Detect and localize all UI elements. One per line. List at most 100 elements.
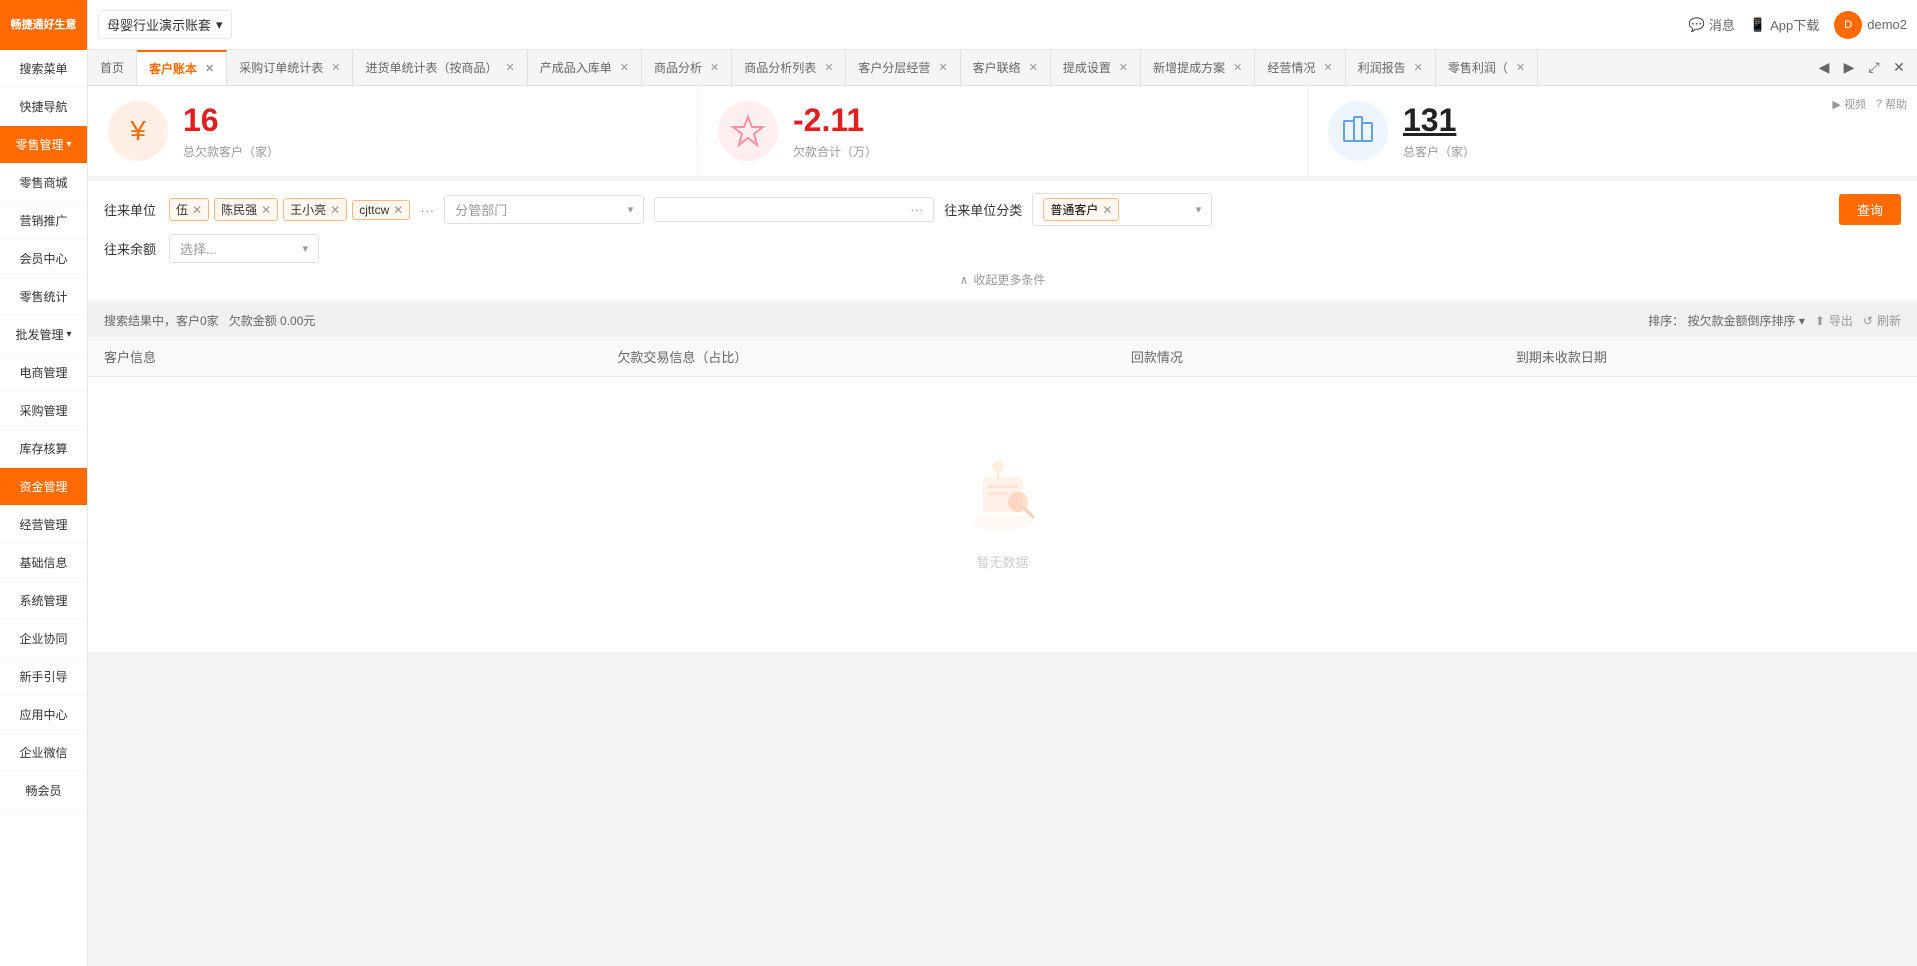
- dept-arrow-icon: ▾: [628, 203, 634, 216]
- sidebar-item-零售统计[interactable]: 零售统计: [0, 278, 87, 316]
- sidebar-item-零售管理[interactable]: 零售管理▾: [0, 126, 87, 164]
- more-tags-btn[interactable]: ···: [420, 202, 434, 218]
- tab-close-4[interactable]: ✕: [620, 61, 629, 74]
- tab-3[interactable]: 进货单统计表（按商品）✕: [353, 50, 527, 86]
- tab-label-9: 提成设置: [1063, 59, 1111, 76]
- balance-filter-label: 往来余额: [104, 239, 159, 258]
- filter-tag-close-3[interactable]: ✕: [393, 203, 403, 217]
- topbar-actions: 💬 消息 📱 App下载 D demo2: [1689, 11, 1907, 39]
- account-selector[interactable]: 母婴行业演示账套 ▾: [98, 10, 232, 39]
- category-tag-selected: 普通客户 ✕: [1043, 198, 1119, 221]
- customers-label: 总欠款客户（家）: [183, 143, 279, 160]
- person-select[interactable]: ···: [654, 197, 934, 222]
- sidebar-item-企业协同[interactable]: 企业协同: [0, 620, 87, 658]
- category-tag-close[interactable]: ✕: [1102, 203, 1112, 217]
- tab-close-9[interactable]: ✕: [1119, 61, 1128, 74]
- sidebar-item-电商管理[interactable]: 电商管理: [0, 354, 87, 392]
- sort-select[interactable]: 按欠款金额倒序排序: [1687, 314, 1795, 328]
- tab-13[interactable]: 零售利润（✕: [1436, 50, 1538, 86]
- tab-6[interactable]: 商品分析列表✕: [732, 50, 846, 86]
- export-btn[interactable]: ⬆ 导出: [1815, 312, 1853, 329]
- tab-close-5[interactable]: ✕: [710, 61, 719, 74]
- filter-tag-close-2[interactable]: ✕: [330, 203, 340, 217]
- tab-close-13[interactable]: ✕: [1516, 61, 1525, 74]
- tab-11[interactable]: 经营情况 ✕: [1255, 50, 1345, 86]
- app-download-btn[interactable]: 📱 App下载: [1750, 15, 1819, 34]
- app-logo: 畅捷通好生意: [0, 0, 87, 50]
- sidebar-item-企业微信[interactable]: 企业微信: [0, 734, 87, 772]
- sidebar-item-新手引导[interactable]: 新手引导: [0, 658, 87, 696]
- tab-close-8[interactable]: ✕: [1029, 61, 1038, 74]
- sidebar-item-基础信息[interactable]: 基础信息: [0, 544, 87, 582]
- tab-close-11[interactable]: ✕: [1323, 61, 1332, 74]
- sidebar-item-零售商城[interactable]: 零售商城: [0, 164, 87, 202]
- tab-close-3[interactable]: ✕: [506, 61, 515, 74]
- tab-0[interactable]: 首页: [88, 50, 137, 86]
- tab-close-all-btn[interactable]: ✕: [1889, 58, 1909, 78]
- dept-placeholder: 分管部门: [455, 200, 622, 219]
- tab-close-1[interactable]: ✕: [205, 62, 214, 75]
- total-label: 总客户（家）: [1403, 143, 1475, 160]
- page-content: ¥ 16 总欠款客户（家） -2.11 欠款合计（万）: [88, 86, 1917, 966]
- tab-1[interactable]: 客户账本✕: [137, 50, 227, 86]
- sort-label: 排序： 按欠款金额倒序排序 ▾: [1648, 312, 1805, 329]
- tab-label-0: 首页: [100, 59, 124, 76]
- tab-7[interactable]: 客户分层经营✕: [846, 50, 960, 86]
- balance-select[interactable]: 选择... ▾: [169, 234, 319, 263]
- refresh-btn[interactable]: ↺ 刷新: [1863, 312, 1901, 329]
- tab-prev-btn[interactable]: ◀: [1814, 58, 1834, 78]
- tab-close-7[interactable]: ✕: [938, 61, 947, 74]
- tab-4[interactable]: 产成品入库单✕: [528, 50, 642, 86]
- sidebar-item-搜索菜单[interactable]: 搜索菜单: [0, 50, 87, 88]
- tab-8[interactable]: 客户联络✕: [961, 50, 1051, 86]
- filter-row-2: 往来余额 选择... ▾: [104, 234, 1901, 263]
- user-menu[interactable]: D demo2: [1834, 11, 1907, 39]
- tab-5[interactable]: 商品分析✕: [642, 50, 732, 86]
- sidebar-item-快捷导航[interactable]: 快捷导航: [0, 88, 87, 126]
- person-dots: ···: [910, 202, 923, 217]
- sidebar-item-库存核算[interactable]: 库存核算: [0, 430, 87, 468]
- tab-close-10[interactable]: ✕: [1233, 61, 1242, 74]
- help-link[interactable]: ? 帮助: [1876, 96, 1907, 112]
- sidebar-item-会员中心[interactable]: 会员中心: [0, 240, 87, 278]
- tab-9[interactable]: 提成设置 ✕: [1051, 50, 1141, 86]
- sidebar-item-应用中心[interactable]: 应用中心: [0, 696, 87, 734]
- message-btn[interactable]: 💬 消息: [1689, 15, 1735, 34]
- sidebar-item-营销推广[interactable]: 营销推广: [0, 202, 87, 240]
- customers-value: 16: [183, 102, 279, 139]
- tab-2[interactable]: 采购订单统计表✕: [227, 50, 353, 86]
- tab-label-11: 经营情况: [1267, 59, 1315, 76]
- tab-next-btn[interactable]: ▶: [1839, 58, 1859, 78]
- refresh-icon: ↺: [1863, 314, 1873, 328]
- dept-select[interactable]: 分管部门 ▾: [444, 195, 644, 224]
- sidebar-item-资金管理[interactable]: 资金管理: [0, 468, 87, 506]
- filter-tag-close-1[interactable]: ✕: [261, 203, 271, 217]
- tab-label-10: 新增提成方案: [1153, 59, 1225, 76]
- sidebar-item-畅会员[interactable]: 畅会员: [0, 772, 87, 810]
- topbar: 母婴行业演示账套 ▾ 💬 消息 📱 App下载 D demo2: [88, 0, 1917, 50]
- customers-icon: ¥: [108, 101, 168, 161]
- query-button[interactable]: 查询: [1839, 194, 1901, 225]
- tab-10[interactable]: 新增提成方案 ✕: [1141, 50, 1255, 86]
- tab-12[interactable]: 利润报告 ✕: [1346, 50, 1436, 86]
- video-link[interactable]: ▶ 视频: [1832, 96, 1865, 112]
- category-filter-label: 往来单位分类: [944, 200, 1022, 219]
- tab-close-6[interactable]: ✕: [824, 61, 833, 74]
- filter-tag-close-0[interactable]: ✕: [192, 203, 202, 217]
- table-header: 客户信息 欠款交易信息（占比） 回款情况 到期未收款日期: [88, 337, 1917, 377]
- category-select[interactable]: 普通客户 ✕ ▾: [1032, 193, 1212, 226]
- sidebar-item-批发管理[interactable]: 批发管理▾: [0, 316, 87, 354]
- tab-label-12: 利润报告: [1358, 59, 1406, 76]
- table-section: 客户信息 欠款交易信息（占比） 回款情况 到期未收款日期 暂无数据: [88, 337, 1917, 651]
- filter-section: 往来单位 伍 ✕陈民强 ✕王小亮 ✕cjttcw ✕ ··· 分管部门 ▾ ··…: [88, 181, 1917, 300]
- filter-tag-0: 伍 ✕: [169, 198, 209, 221]
- tab-close-2[interactable]: ✕: [331, 61, 340, 74]
- filter-tag-2: 王小亮 ✕: [283, 198, 347, 221]
- sidebar-item-采购管理[interactable]: 采购管理: [0, 392, 87, 430]
- tab-close-12[interactable]: ✕: [1414, 61, 1423, 74]
- chevron-down-icon: ▾: [216, 17, 223, 33]
- sidebar-item-系统管理[interactable]: 系统管理: [0, 582, 87, 620]
- collapse-btn[interactable]: ∧ 收起更多条件: [104, 271, 1901, 288]
- tab-expand-btn[interactable]: ⤢: [1864, 58, 1884, 78]
- sidebar-item-经营管理[interactable]: 经营管理: [0, 506, 87, 544]
